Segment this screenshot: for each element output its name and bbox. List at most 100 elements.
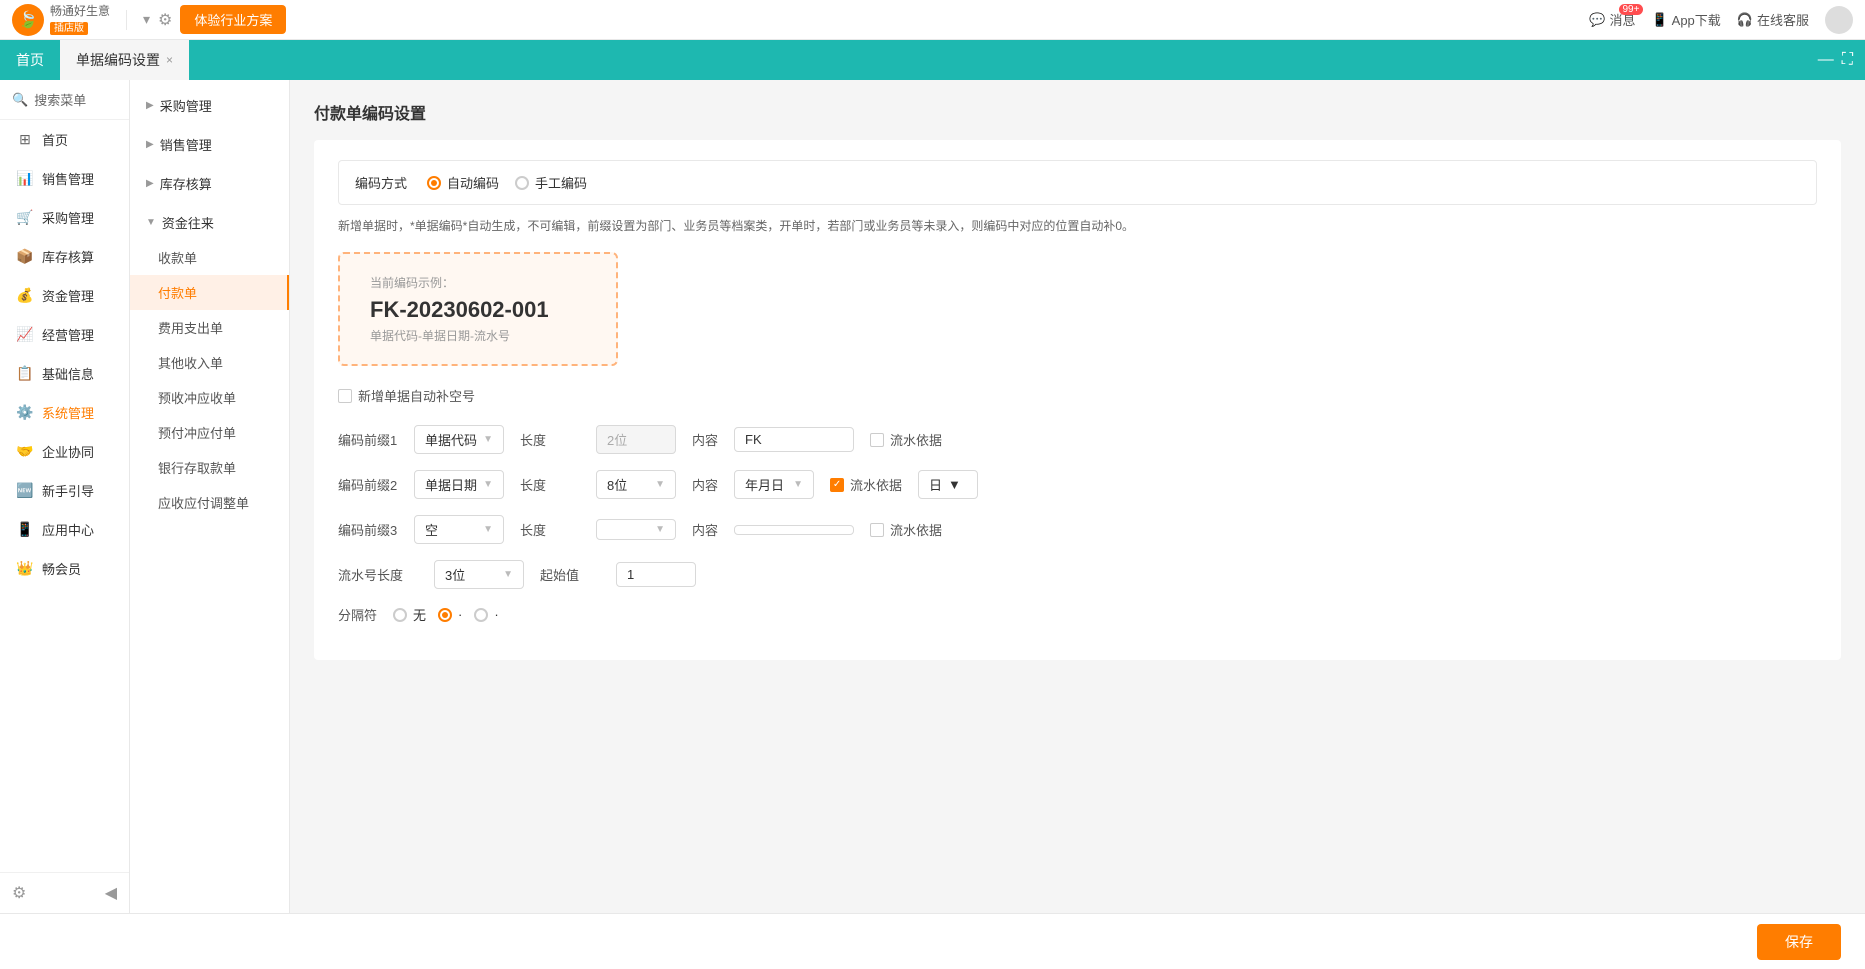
content-select-2[interactable]: 年月日 ▼ xyxy=(734,470,814,499)
sub-item-prepay-receivable[interactable]: 预收冲应收单 xyxy=(130,380,289,415)
sidebar-item-member[interactable]: 👑 畅会员 xyxy=(0,549,129,588)
content-input-3 xyxy=(734,525,854,535)
app-download-btn[interactable]: 📱 App下载 xyxy=(1651,10,1720,29)
stream-checkbox-box-3 xyxy=(870,523,884,537)
sep-none-radio[interactable]: 无 xyxy=(393,605,426,624)
sub-item-prepay-payable[interactable]: 预付冲应付单 xyxy=(130,415,289,450)
prefix2-select[interactable]: 单据日期 ▼ xyxy=(414,470,504,499)
nav-collapse-btn[interactable]: ▾ xyxy=(143,11,150,28)
tab-bar: 首页 单据编码设置 × — ⛶ xyxy=(0,40,1865,80)
tab-minimize-icon[interactable]: — xyxy=(1818,51,1834,69)
save-button[interactable]: 保存 xyxy=(1757,924,1841,960)
logo-tag: 插店版 xyxy=(50,22,88,35)
user-avatar[interactable] xyxy=(1825,6,1853,34)
main-layout: 🔍 搜索菜单 ⊞ 首页 📊 销售管理 🛒 采购管理 📦 库存核算 💰 资金管理 … xyxy=(0,80,1865,913)
arrow-down-icon: ▼ xyxy=(146,217,156,228)
form-row-2: 编码前缀2 单据日期 ▼ 长度 8位 ▼ 内容 年月日 ▼ xyxy=(338,470,1817,499)
auto-fill-row: 新增单据自动补空号 xyxy=(338,386,1817,405)
sidebar-collapse-icon[interactable]: ◀ xyxy=(105,883,117,903)
chevron-down-icon6: ▼ xyxy=(483,524,493,535)
sub-group-purchase: ▶ 采购管理 xyxy=(130,88,289,123)
preview-code: FK-20230602-001 xyxy=(370,297,586,323)
sep-dot-radio[interactable]: · xyxy=(438,607,462,622)
main-panel: 付款单编码设置 编码方式 自动编码 手工编码 xyxy=(290,80,1865,913)
auto-fill-checkbox[interactable]: 新增单据自动补空号 xyxy=(338,386,475,405)
chevron-down-icon2: ▼ xyxy=(483,479,493,490)
sidebar-search[interactable]: 🔍 搜索菜单 xyxy=(0,80,129,120)
length-select-2[interactable]: 8位 ▼ xyxy=(596,470,676,499)
serial-length-select[interactable]: 3位 ▼ xyxy=(434,560,524,589)
sub-item-expense[interactable]: 费用支出单 xyxy=(130,310,289,345)
sub-group-capital-title[interactable]: ▼ 资金往来 xyxy=(130,205,289,240)
start-value-input[interactable]: 1 xyxy=(616,562,696,587)
sidebar-item-system[interactable]: ⚙️ 系统管理 xyxy=(0,393,129,432)
manual-encode-radio-circle xyxy=(515,176,529,190)
stream-check-3[interactable]: 流水依据 xyxy=(870,520,942,539)
stream-check-1[interactable]: 流水依据 xyxy=(870,430,942,449)
settings-icon[interactable]: ⚙ xyxy=(158,10,172,30)
sidebar-item-inventory[interactable]: 📦 库存核算 xyxy=(0,237,129,276)
content-area: ▶ 采购管理 ▶ 销售管理 ▶ 库存核算 ▼ 资金往来 xyxy=(130,80,1865,913)
sep-dot2-radio[interactable]: · xyxy=(474,607,498,622)
content-label2: 内容 xyxy=(692,475,718,494)
content-input-1: FK xyxy=(734,427,854,452)
form-label-prefix3: 编码前缀3 xyxy=(338,520,398,539)
trial-button[interactable]: 体验行业方案 xyxy=(180,5,286,34)
chevron-down-icon8: ▼ xyxy=(503,569,513,580)
enterprise-icon: 🤝 xyxy=(16,443,34,461)
top-bar: 🍃 畅通好生意 插店版 ▾ ⚙ 体验行业方案 💬 消息 99+ 📱 App下载 … xyxy=(0,0,1865,40)
encode-type-row: 编码方式 自动编码 手工编码 xyxy=(338,160,1817,205)
sub-item-adjust[interactable]: 应收应付调整单 xyxy=(130,485,289,520)
tab-close-icon[interactable]: × xyxy=(166,53,173,67)
sidebar-item-purchase[interactable]: 🛒 采购管理 xyxy=(0,198,129,237)
bottom-bar: 保存 xyxy=(0,913,1865,969)
settings-card: 编码方式 自动编码 手工编码 新增单据时，*单据编码*自动生成，不可编辑，前缀设… xyxy=(314,140,1841,660)
length-label3: 长度 xyxy=(520,520,580,539)
separator-row: 分隔符 无 · · xyxy=(338,605,1817,624)
sidebar-item-guide[interactable]: 🆕 新手引导 xyxy=(0,471,129,510)
sub-group-purchase-title[interactable]: ▶ 采购管理 xyxy=(130,88,289,123)
tab-maximize-icon[interactable]: ⛶ xyxy=(1842,51,1853,69)
content-label1: 内容 xyxy=(692,430,718,449)
chevron-down-icon3: ▼ xyxy=(655,479,665,490)
sub-group-capital: ▼ 资金往来 收款单 付款单 费用支出单 其他收入单 预收冲应收单 预付冲应付单… xyxy=(130,205,289,520)
message-btn[interactable]: 💬 消息 99+ xyxy=(1589,10,1635,29)
sub-item-other-income[interactable]: 其他收入单 xyxy=(130,345,289,380)
radio-group: 自动编码 手工编码 xyxy=(427,173,587,192)
sales-icon: 📊 xyxy=(16,170,34,188)
auto-encode-radio[interactable]: 自动编码 xyxy=(427,173,499,192)
sub-item-bank[interactable]: 银行存取款单 xyxy=(130,450,289,485)
sub-item-receipt[interactable]: 收款单 xyxy=(130,240,289,275)
day-select[interactable]: 日 ▼ xyxy=(918,470,978,499)
prefix3-select[interactable]: 空 ▼ xyxy=(414,515,504,544)
sidebar-item-enterprise[interactable]: 🤝 企业协同 xyxy=(0,432,129,471)
member-icon: 👑 xyxy=(16,560,34,578)
prefix1-select[interactable]: 单据代码 ▼ xyxy=(414,425,504,454)
manual-encode-radio[interactable]: 手工编码 xyxy=(515,173,587,192)
tab-home[interactable]: 首页 xyxy=(0,40,60,80)
stream-check-2[interactable]: ✓ 流水依据 xyxy=(830,475,902,494)
sub-group-inventory-title[interactable]: ▶ 库存核算 xyxy=(130,166,289,201)
sub-group-inventory: ▶ 库存核算 xyxy=(130,166,289,201)
length-select-3[interactable]: ▼ xyxy=(596,519,676,540)
sidebar-item-apps[interactable]: 📱 应用中心 xyxy=(0,510,129,549)
auto-encode-radio-circle xyxy=(427,176,441,190)
sep-dot-circle xyxy=(438,608,452,622)
start-value-label: 起始值 xyxy=(540,565,600,584)
sidebar-item-home[interactable]: ⊞ 首页 xyxy=(0,120,129,159)
sidebar-settings-icon[interactable]: ⚙ xyxy=(12,883,26,903)
home-icon: ⊞ xyxy=(16,131,34,149)
length-label2: 长度 xyxy=(520,475,580,494)
online-service-btn[interactable]: 🎧 在线客服 xyxy=(1737,10,1809,29)
sub-item-payment[interactable]: 付款单 xyxy=(130,275,289,310)
sidebar-item-operation[interactable]: 📈 经营管理 xyxy=(0,315,129,354)
stream-checkbox-box-1 xyxy=(870,433,884,447)
form-label-prefix1: 编码前缀1 xyxy=(338,430,398,449)
sidebar-item-sales[interactable]: 📊 销售管理 xyxy=(0,159,129,198)
sub-group-sales-title[interactable]: ▶ 销售管理 xyxy=(130,127,289,162)
capital-icon: 💰 xyxy=(16,287,34,305)
basics-icon: 📋 xyxy=(16,365,34,383)
sidebar-item-basics[interactable]: 📋 基础信息 xyxy=(0,354,129,393)
sidebar-item-capital[interactable]: 💰 资金管理 xyxy=(0,276,129,315)
tab-encode-setting[interactable]: 单据编码设置 × xyxy=(60,40,189,80)
